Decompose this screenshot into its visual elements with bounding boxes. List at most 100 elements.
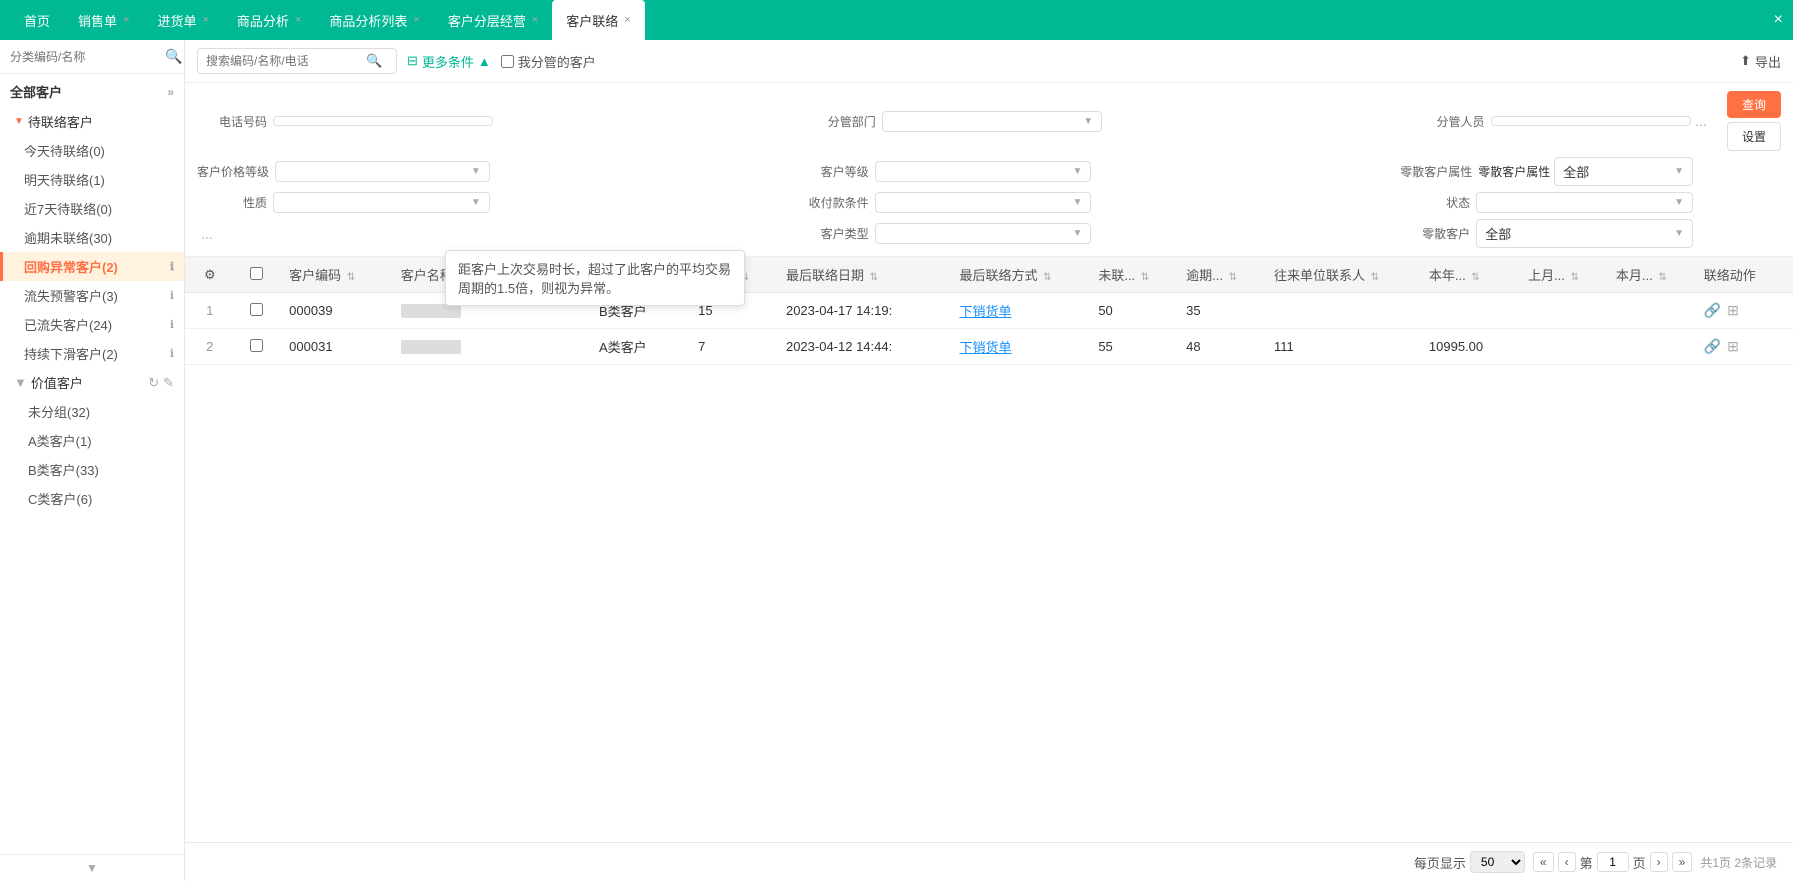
sidebar-all-customers[interactable]: 全部客户 » bbox=[0, 74, 184, 107]
sidebar-item-class-a[interactable]: A类客户(1) bbox=[0, 426, 184, 455]
row-checkbox[interactable] bbox=[235, 293, 280, 329]
th-year[interactable]: 本年... ⇅ bbox=[1419, 257, 1518, 293]
export-button[interactable]: ⬆ 导出 bbox=[1740, 52, 1781, 71]
select-all-checkbox[interactable] bbox=[250, 267, 263, 280]
filter-price-level-select[interactable]: ▼ bbox=[275, 161, 490, 182]
row-checkbox[interactable] bbox=[235, 329, 280, 365]
row-name bbox=[391, 329, 589, 365]
nav-customer-contact[interactable]: 客户联络 × bbox=[552, 0, 644, 40]
sidebar-item-churn-warning[interactable]: 流失预警客户(3) ℹ bbox=[0, 281, 184, 310]
next-page-button[interactable]: › bbox=[1650, 852, 1668, 872]
nav-product-analysis-list[interactable]: 商品分析列表 × bbox=[315, 0, 433, 40]
filter-person-dots[interactable]: ... bbox=[1691, 113, 1711, 129]
row-last-method[interactable]: 下销货单 bbox=[949, 293, 1088, 329]
filter-status-select[interactable]: ▼ bbox=[1476, 192, 1693, 213]
table-settings-icon[interactable]: ⚙ bbox=[204, 267, 216, 282]
sidebar-search-input[interactable] bbox=[10, 50, 165, 64]
sidebar-scroll-down[interactable]: ▼ bbox=[0, 854, 184, 881]
sidebar-item-class-c[interactable]: C类客户(6) bbox=[0, 484, 184, 513]
nav-purchase-close[interactable]: × bbox=[202, 14, 208, 26]
nav-product-analysis-list-close[interactable]: × bbox=[413, 14, 419, 26]
nav-purchase[interactable]: 进货单 × bbox=[143, 0, 222, 40]
my-customers-check[interactable] bbox=[501, 55, 514, 68]
row-more-icon[interactable]: ⊞ bbox=[1727, 338, 1739, 355]
data-table-wrapper[interactable]: ⚙ 客户编码 ⇅ 客户名称 ⇅ bbox=[185, 257, 1793, 842]
sidebar-collapse-icon[interactable]: » bbox=[167, 85, 174, 99]
nav-product-analysis-close[interactable]: × bbox=[295, 14, 301, 26]
payment-arrow: ▼ bbox=[1072, 197, 1082, 208]
value-group-refresh-icon[interactable]: ↻ bbox=[148, 375, 159, 391]
overdue-sort-icon: ⇅ bbox=[1229, 272, 1237, 283]
nav-sales[interactable]: 销售单 × bbox=[64, 0, 143, 40]
sidebar-item-overdue[interactable]: 逾期未联络(30) bbox=[0, 223, 184, 252]
nav-customer-segment-close[interactable]: × bbox=[532, 14, 538, 26]
row-contact-icon[interactable]: 🔗 bbox=[1704, 338, 1721, 355]
nav-home[interactable]: 首页 bbox=[10, 0, 64, 40]
filter-person-input[interactable] bbox=[1491, 116, 1692, 126]
page-number-input[interactable] bbox=[1597, 852, 1629, 872]
row-contact-icon[interactable]: 🔗 bbox=[1704, 302, 1721, 319]
top-navigation: 首页 销售单 × 进货单 × 商品分析 × 商品分析列表 × 客户分层经营 × … bbox=[0, 0, 1793, 40]
row-index: 1 bbox=[185, 293, 235, 329]
last-page-button[interactable]: » bbox=[1672, 852, 1693, 872]
nav-product-analysis[interactable]: 商品分析 × bbox=[223, 0, 315, 40]
sidebar-item-tomorrow[interactable]: 明天待联络(1) bbox=[0, 165, 184, 194]
sidebar-item-declining[interactable]: 持续下滑客户(2) ℹ bbox=[0, 339, 184, 368]
filter-payment-select[interactable]: ▼ bbox=[875, 192, 1092, 213]
row-more-icon[interactable]: ⊞ bbox=[1727, 302, 1739, 319]
sidebar-item-today[interactable]: 今天待联络(0) bbox=[0, 136, 184, 165]
row-index: 2 bbox=[185, 329, 235, 365]
main-search-icon[interactable]: 🔍 bbox=[366, 53, 382, 69]
th-last-month[interactable]: 上月... ⇅ bbox=[1518, 257, 1606, 293]
sidebar-group-pending[interactable]: ▼ 待联络客户 bbox=[0, 107, 184, 136]
sidebar-item-7days[interactable]: 近7天待联络(0) bbox=[0, 194, 184, 223]
th-overdue[interactable]: 逾期... ⇅ bbox=[1176, 257, 1264, 293]
row-liaison: 111 bbox=[1264, 329, 1419, 365]
filter-phone-input[interactable] bbox=[273, 116, 493, 126]
sidebar-item-repurchase-abnormal[interactable]: 回购异常客户(2) ℹ bbox=[0, 252, 184, 281]
value-group-edit-icon[interactable]: ✎ bbox=[163, 375, 174, 391]
query-button[interactable]: 查询 bbox=[1727, 91, 1781, 118]
main-search-input[interactable] bbox=[206, 54, 366, 68]
my-customers-checkbox[interactable]: 我分管的客户 bbox=[501, 52, 596, 71]
settings-button[interactable]: 设置 bbox=[1727, 122, 1781, 151]
last-method-link[interactable]: 下销货单 bbox=[959, 304, 1011, 319]
filter-customer-level: 客户等级 ▼ bbox=[799, 161, 1092, 182]
row-actions: 🔗 ⊞ bbox=[1694, 329, 1793, 365]
more-conditions-toggle[interactable]: ⊟ 更多条件 ▲ bbox=[407, 52, 491, 71]
row-last-method[interactable]: 下销货单 bbox=[949, 329, 1088, 365]
filter-icon: ⊟ bbox=[407, 53, 418, 69]
sidebar-item-churned[interactable]: 已流失客户(24) ℹ bbox=[0, 310, 184, 339]
th-unpay[interactable]: 未联... ⇅ bbox=[1088, 257, 1176, 293]
filter-customer-level-select[interactable]: ▼ bbox=[875, 161, 1092, 182]
th-checkbox[interactable] bbox=[235, 257, 280, 293]
filter-more-dots[interactable]: ... bbox=[197, 226, 217, 242]
row-code: 000039 bbox=[279, 293, 391, 329]
filter-gender-select[interactable]: ▼ bbox=[273, 192, 490, 213]
sidebar-search-icon[interactable]: 🔍 bbox=[165, 48, 182, 65]
sidebar-search-bar: 🔍 bbox=[0, 40, 184, 74]
th-liaison[interactable]: 往来单位联系人 ⇅ bbox=[1264, 257, 1419, 293]
nav-customer-contact-close[interactable]: × bbox=[624, 14, 630, 26]
sidebar-item-unassigned[interactable]: 未分组(32) bbox=[0, 397, 184, 426]
filter-customer-type-select[interactable]: ▼ bbox=[875, 223, 1092, 244]
window-close-button[interactable]: × bbox=[1774, 11, 1783, 29]
nav-customer-segment[interactable]: 客户分层经营 × bbox=[434, 0, 552, 40]
th-this-month[interactable]: 本月... ⇅ bbox=[1606, 257, 1694, 293]
filter-dept: 分管部门 ▼ bbox=[806, 111, 1102, 132]
th-customer-code[interactable]: 客户编码 ⇅ bbox=[279, 257, 391, 293]
last-method-link[interactable]: 下销货单 bbox=[959, 340, 1011, 355]
per-page-select[interactable]: 50 20 100 bbox=[1470, 851, 1525, 873]
content-area: 🔍 ⊟ 更多条件 ▲ 我分管的客户 ⬆ 导出 电话号码 bbox=[185, 40, 1793, 881]
prev-page-button[interactable]: ‹ bbox=[1558, 852, 1576, 872]
th-settings[interactable]: ⚙ bbox=[185, 257, 235, 293]
filter-retail-customer-select[interactable]: 全部 ▼ bbox=[1476, 219, 1693, 248]
sidebar-item-class-b[interactable]: B类客户(33) bbox=[0, 455, 184, 484]
sidebar-value-customers-group[interactable]: ▼ 价值客户 ↻ ✎ bbox=[0, 368, 184, 397]
filter-dept-select[interactable]: ▼ bbox=[882, 111, 1102, 132]
first-page-button[interactable]: « bbox=[1533, 852, 1554, 872]
th-last-date[interactable]: 最后联络日期 ⇅ bbox=[776, 257, 950, 293]
filter-retail-attr-select[interactable]: 全部 ▼ bbox=[1554, 157, 1693, 186]
th-last-method[interactable]: 最后联络方式 ⇅ bbox=[949, 257, 1088, 293]
nav-sales-close[interactable]: × bbox=[123, 14, 129, 26]
